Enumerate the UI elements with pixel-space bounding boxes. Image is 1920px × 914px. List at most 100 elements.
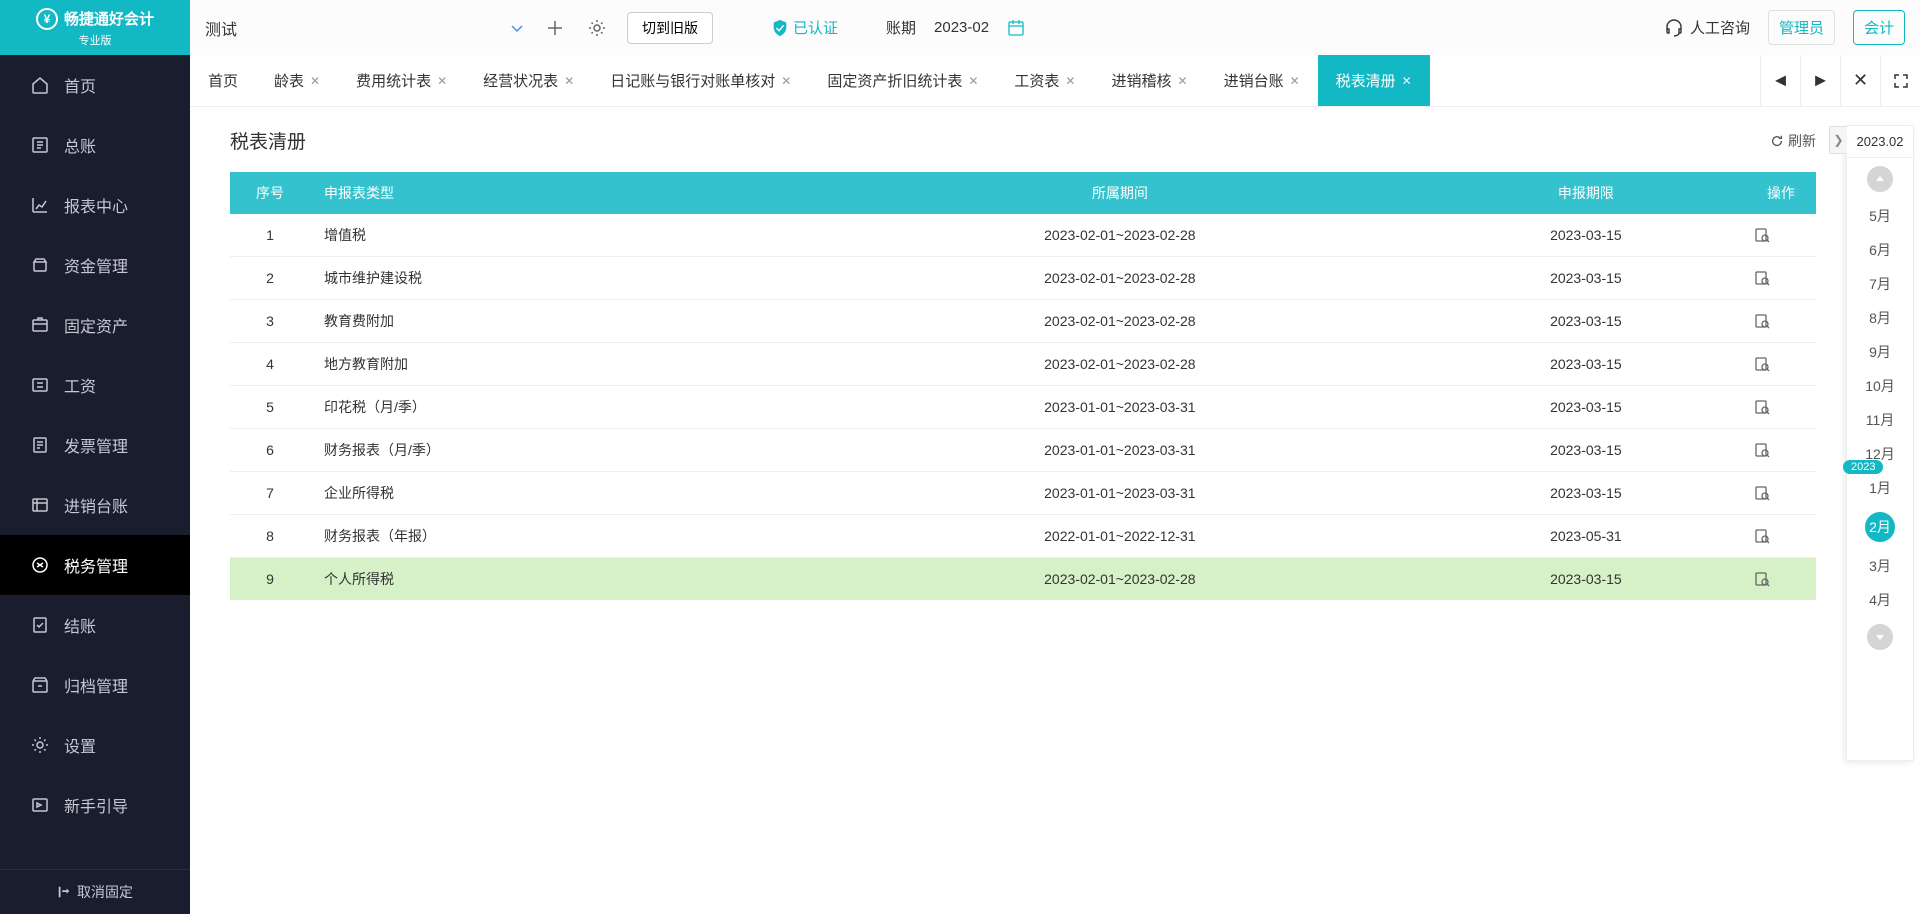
- tab-0[interactable]: 首页: [190, 55, 256, 106]
- sidebar-item-label: 固定资产: [64, 313, 128, 337]
- month-item[interactable]: 5月: [1869, 206, 1891, 226]
- month-item[interactable]: 4月: [1869, 590, 1891, 610]
- tab-5[interactable]: 固定资产折旧统计表 ✕: [809, 55, 996, 106]
- month-panel-toggle[interactable]: ❯: [1829, 126, 1847, 154]
- sidebar-item-guide[interactable]: 新手引导: [0, 775, 190, 835]
- month-item[interactable]: 11月: [1866, 410, 1895, 430]
- table-row[interactable]: 7企业所得税2023-01-01~2023-03-312023-03-15: [230, 472, 1816, 515]
- view-detail-icon[interactable]: [1754, 356, 1808, 372]
- tab-1[interactable]: 龄表✕: [256, 55, 338, 106]
- view-detail-icon[interactable]: [1754, 313, 1808, 329]
- sidebar-item-label: 总账: [64, 133, 96, 157]
- month-item[interactable]: 2月: [1865, 512, 1895, 542]
- month-item[interactable]: 3月: [1869, 556, 1891, 576]
- accounting-button[interactable]: 会计: [1853, 10, 1905, 45]
- view-detail-icon[interactable]: [1754, 485, 1808, 501]
- archive-icon: [30, 675, 50, 695]
- view-detail-icon[interactable]: [1754, 227, 1808, 243]
- tab-close-icon[interactable]: ✕: [310, 74, 320, 88]
- tab-close-icon[interactable]: ✕: [1178, 74, 1188, 88]
- month-item[interactable]: 1月: [1869, 478, 1891, 498]
- table-row[interactable]: 1增值税2023-02-01~2023-02-282023-03-15: [230, 214, 1816, 257]
- settings-gear-icon[interactable]: [585, 16, 609, 40]
- tab-label: 固定资产折旧统计表: [827, 70, 962, 91]
- tab-9[interactable]: 税表清册✕: [1318, 55, 1430, 106]
- tab-4[interactable]: 日记账与银行对账单核对✕: [592, 55, 809, 106]
- tax-icon: [30, 555, 50, 575]
- table-row[interactable]: 6财务报表（月/季）2023-01-01~2023-03-312023-03-1…: [230, 429, 1816, 472]
- table-row[interactable]: 9个人所得税2023-02-01~2023-02-282023-03-15: [230, 558, 1816, 601]
- tab-label: 首页: [208, 70, 238, 91]
- sidebar-item-invoice[interactable]: 发票管理: [0, 415, 190, 475]
- view-detail-icon[interactable]: [1754, 442, 1808, 458]
- cell-deadline: 2023-03-15: [1426, 300, 1746, 343]
- tab-close-icon[interactable]: ✕: [1402, 74, 1412, 88]
- sidebar-item-salary[interactable]: 工资: [0, 355, 190, 415]
- tab-scroll-left[interactable]: ◄: [1760, 55, 1800, 106]
- tab-label: 工资表: [1014, 70, 1059, 91]
- cell-type: 城市维护建设税: [310, 257, 814, 300]
- tab-3[interactable]: 经营状况表✕: [465, 55, 592, 106]
- cell-type: 企业所得税: [310, 472, 814, 515]
- tab-2[interactable]: 费用统计表✕: [338, 55, 465, 106]
- refresh-button[interactable]: 刷新: [1770, 131, 1816, 151]
- tab-close-icon[interactable]: ✕: [1065, 74, 1075, 88]
- asset-icon: [30, 315, 50, 335]
- refresh-label: 刷新: [1788, 131, 1816, 151]
- company-name: 测试: [205, 16, 237, 40]
- tab-close-all[interactable]: ✕: [1840, 55, 1880, 106]
- tab-close-icon[interactable]: ✕: [564, 74, 574, 88]
- month-item[interactable]: 9月: [1869, 342, 1891, 362]
- month-picker-panel: ❯ 2023.02 5月6月7月8月9月10月11月12月20231月2月3月4…: [1846, 125, 1914, 761]
- table-row[interactable]: 3教育费附加2023-02-01~2023-02-282023-03-15: [230, 300, 1816, 343]
- tab-close-icon[interactable]: ✕: [1290, 74, 1300, 88]
- company-select[interactable]: 测试: [205, 16, 525, 40]
- switch-old-version-button[interactable]: 切到旧版: [627, 12, 713, 44]
- sidebar-item-inout[interactable]: 进销台账: [0, 475, 190, 535]
- tab-6[interactable]: 工资表 ✕: [996, 55, 1093, 106]
- tab-scroll-right[interactable]: ►: [1800, 55, 1840, 106]
- month-item[interactable]: 8月: [1869, 308, 1891, 328]
- sidebar-item-fund[interactable]: 资金管理: [0, 235, 190, 295]
- cell-period: 2023-02-01~2023-02-28: [814, 300, 1426, 343]
- admin-button[interactable]: 管理员: [1768, 10, 1835, 45]
- month-item[interactable]: 10月: [1865, 376, 1895, 396]
- tab-8[interactable]: 进销台账✕: [1206, 55, 1318, 106]
- table-row[interactable]: 5印花税（月/季）2023-01-01~2023-03-312023-03-15: [230, 386, 1816, 429]
- sidebar-item-archive[interactable]: 归档管理: [0, 655, 190, 715]
- sidebar-item-chart[interactable]: 报表中心: [0, 175, 190, 235]
- tab-close-icon[interactable]: ✕: [968, 74, 978, 88]
- month-up-arrow[interactable]: [1867, 166, 1893, 192]
- view-detail-icon[interactable]: [1754, 571, 1808, 587]
- month-item[interactable]: 6月: [1869, 240, 1891, 260]
- month-down-arrow[interactable]: [1867, 624, 1893, 650]
- view-detail-icon[interactable]: [1754, 528, 1808, 544]
- add-company-icon[interactable]: [543, 16, 567, 40]
- tabbar: 首页龄表✕费用统计表✕经营状况表✕日记账与银行对账单核对✕固定资产折旧统计表✕工…: [190, 55, 1920, 107]
- sidebar-item-ledger[interactable]: 总账: [0, 115, 190, 175]
- calendar-icon[interactable]: [1007, 19, 1025, 37]
- th-deadline: 申报期限: [1426, 172, 1746, 214]
- cell-type: 财务报表（月/季）: [310, 429, 814, 472]
- tab-close-icon[interactable]: ✕: [781, 74, 791, 88]
- table-row[interactable]: 8财务报表（年报）2022-01-01~2022-12-312023-05-31: [230, 515, 1816, 558]
- tab-close-icon[interactable]: ✕: [437, 74, 447, 88]
- view-detail-icon[interactable]: [1754, 270, 1808, 286]
- sidebar-item-asset[interactable]: 固定资产: [0, 295, 190, 355]
- sidebar-item-tax[interactable]: 税务管理: [0, 535, 190, 595]
- sidebar-item-home[interactable]: 首页: [0, 55, 190, 115]
- month-item[interactable]: 7月: [1869, 274, 1891, 294]
- tab-7[interactable]: 进销稽核✕: [1093, 55, 1205, 106]
- chevron-down-icon: [509, 20, 525, 36]
- sidebar-unpin[interactable]: 取消固定: [0, 869, 190, 914]
- table-row[interactable]: 4地方教育附加2023-02-01~2023-02-282023-03-15: [230, 343, 1816, 386]
- consult-button[interactable]: 人工咨询: [1664, 17, 1750, 38]
- table-row[interactable]: 2城市维护建设税2023-02-01~2023-02-282023-03-15: [230, 257, 1816, 300]
- home-icon: [30, 75, 50, 95]
- fullscreen-icon[interactable]: [1880, 55, 1920, 106]
- sidebar-item-close[interactable]: 结账: [0, 595, 190, 655]
- verified-badge: 已认证: [771, 17, 838, 38]
- view-detail-icon[interactable]: [1754, 399, 1808, 415]
- sidebar-item-gear[interactable]: 设置: [0, 715, 190, 775]
- main: 测试 切到旧版 已认证 账期 2023-02: [190, 0, 1920, 914]
